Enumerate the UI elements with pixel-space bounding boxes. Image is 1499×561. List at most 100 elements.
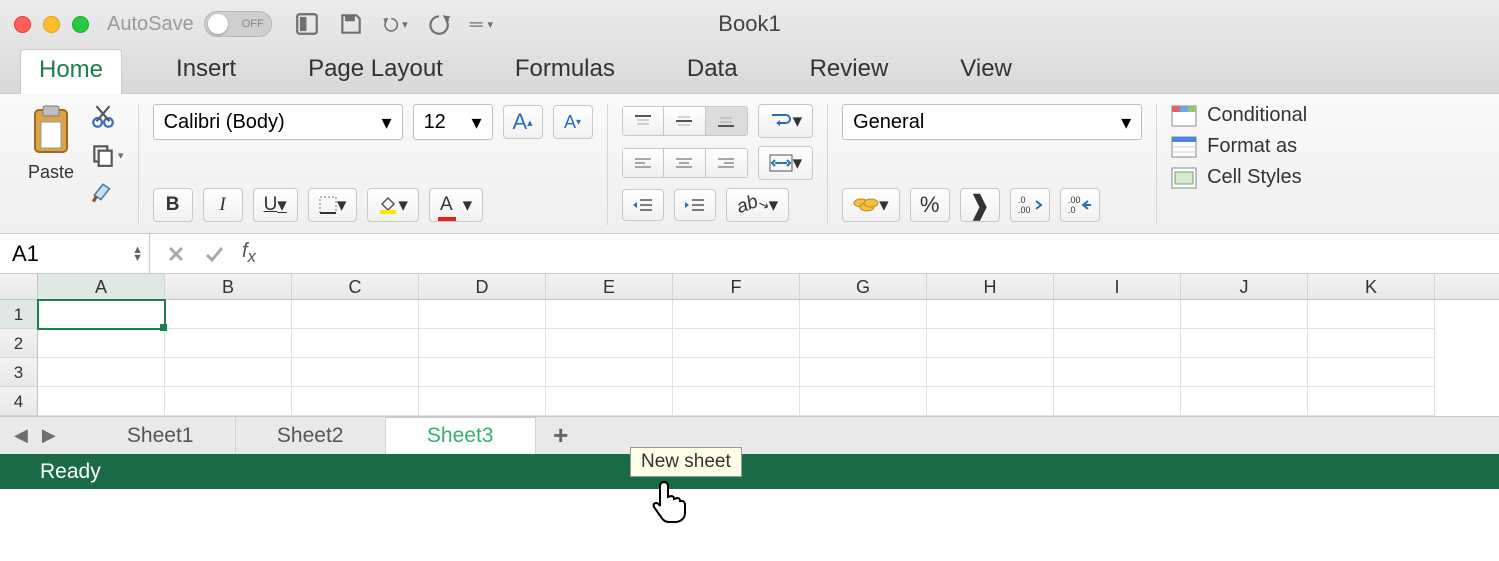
cell-B3[interactable] [165,358,292,387]
cancel-formula-icon[interactable] [166,244,186,264]
cell-D1[interactable] [419,300,546,329]
qat-customize-icon[interactable]: ═▾ [470,11,496,37]
formula-input[interactable] [272,234,1499,273]
name-box-stepper[interactable]: ▲▼ [132,246,143,262]
cell-E4[interactable] [546,387,673,416]
cell-C2[interactable] [292,329,419,358]
cell-B4[interactable] [165,387,292,416]
cell-F1[interactable] [673,300,800,329]
sheet-tab-1[interactable]: Sheet1 [86,417,236,454]
accept-formula-icon[interactable] [204,244,224,264]
italic-button[interactable]: I [203,188,243,222]
currency-button[interactable]: ▾ [842,188,900,222]
font-name-dropdown[interactable]: Calibri (Body)▾ [153,104,403,140]
cut-icon[interactable] [90,104,116,130]
bold-button[interactable]: B [153,188,193,222]
cell-J3[interactable] [1181,358,1308,387]
cell-D4[interactable] [419,387,546,416]
align-right-button[interactable] [706,148,748,178]
paste-icon[interactable] [29,104,73,156]
col-header-B[interactable]: B [165,274,292,299]
row-header-2[interactable]: 2 [0,329,38,358]
comma-button[interactable]: ❱ [960,188,1000,222]
tab-review[interactable]: Review [792,49,907,93]
redo-button[interactable] [426,11,452,37]
cell-G1[interactable] [800,300,927,329]
increase-decimal-button[interactable]: .0.00 [1010,188,1050,222]
col-header-C[interactable]: C [292,274,419,299]
conditional-formatting-button[interactable]: Conditional [1171,104,1307,127]
cell-A2[interactable] [38,329,165,358]
cell-H4[interactable] [927,387,1054,416]
cell-G3[interactable] [800,358,927,387]
cell-J4[interactable] [1181,387,1308,416]
cell-J2[interactable] [1181,329,1308,358]
cell-H2[interactable] [927,329,1054,358]
maximize-window-button[interactable] [72,16,89,33]
decrease-decimal-button[interactable]: .00.0 [1060,188,1100,222]
shrink-font-button[interactable]: A▾ [553,105,593,139]
cell-C3[interactable] [292,358,419,387]
autosave-switch[interactable]: OFF [204,11,272,37]
new-sheet-button[interactable]: + [536,420,586,451]
grow-font-button[interactable]: A▴ [503,105,543,139]
cell-E3[interactable] [546,358,673,387]
underline-button[interactable]: U ▾ [253,188,298,222]
tab-page-layout[interactable]: Page Layout [290,49,461,93]
cell-I4[interactable] [1054,387,1181,416]
align-middle-button[interactable] [664,106,706,136]
orientation-button[interactable]: ab↗▾ [726,188,790,222]
cell-H1[interactable] [927,300,1054,329]
undo-button[interactable]: ▾ [382,11,408,37]
sheet-tab-3[interactable]: Sheet3 [386,417,536,454]
align-top-button[interactable] [622,106,664,136]
col-header-H[interactable]: H [927,274,1054,299]
cell-B1[interactable] [165,300,292,329]
cell-E2[interactable] [546,329,673,358]
autosave-control[interactable]: AutoSave OFF [107,11,272,37]
merge-button[interactable]: ▾ [758,146,814,180]
col-header-K[interactable]: K [1308,274,1435,299]
align-center-button[interactable] [664,148,706,178]
tab-data[interactable]: Data [669,49,756,93]
tab-insert[interactable]: Insert [158,49,254,93]
cell-D2[interactable] [419,329,546,358]
paste-label[interactable]: Paste [28,162,74,183]
sheet-tab-2[interactable]: Sheet2 [236,417,386,454]
copy-icon[interactable]: ▾ [90,142,124,168]
tab-home[interactable]: Home [20,49,122,94]
cell-styles-button[interactable]: Cell Styles [1171,166,1307,189]
cell-A4[interactable] [38,387,165,416]
insert-function-button[interactable]: fx [242,240,256,267]
col-header-A[interactable]: A [38,274,165,299]
cell-K3[interactable] [1308,358,1435,387]
col-header-G[interactable]: G [800,274,927,299]
save-icon[interactable] [338,11,364,37]
tab-formulas[interactable]: Formulas [497,49,633,93]
row-header-1[interactable]: 1 [0,300,38,329]
cell-I1[interactable] [1054,300,1181,329]
row-header-3[interactable]: 3 [0,358,38,387]
number-format-dropdown[interactable]: General▾ [842,104,1142,140]
col-header-I[interactable]: I [1054,274,1181,299]
tab-view[interactable]: View [942,49,1030,93]
select-all-corner[interactable] [0,274,38,299]
font-color-button[interactable]: A▾ [429,188,483,222]
cell-C4[interactable] [292,387,419,416]
fill-color-button[interactable]: ▾ [367,188,419,222]
format-as-table-button[interactable]: Format as [1171,135,1307,158]
template-icon[interactable] [294,11,320,37]
cell-G4[interactable] [800,387,927,416]
increase-indent-button[interactable] [674,189,716,221]
row-header-4[interactable]: 4 [0,387,38,416]
cell-F3[interactable] [673,358,800,387]
cell-I2[interactable] [1054,329,1181,358]
col-header-E[interactable]: E [546,274,673,299]
cell-C1[interactable] [292,300,419,329]
col-header-F[interactable]: F [673,274,800,299]
col-header-D[interactable]: D [419,274,546,299]
cell-A1[interactable] [38,300,165,329]
sheet-nav-prev-icon[interactable]: ◀ [14,425,28,446]
cell-F2[interactable] [673,329,800,358]
format-painter-icon[interactable] [90,180,116,206]
